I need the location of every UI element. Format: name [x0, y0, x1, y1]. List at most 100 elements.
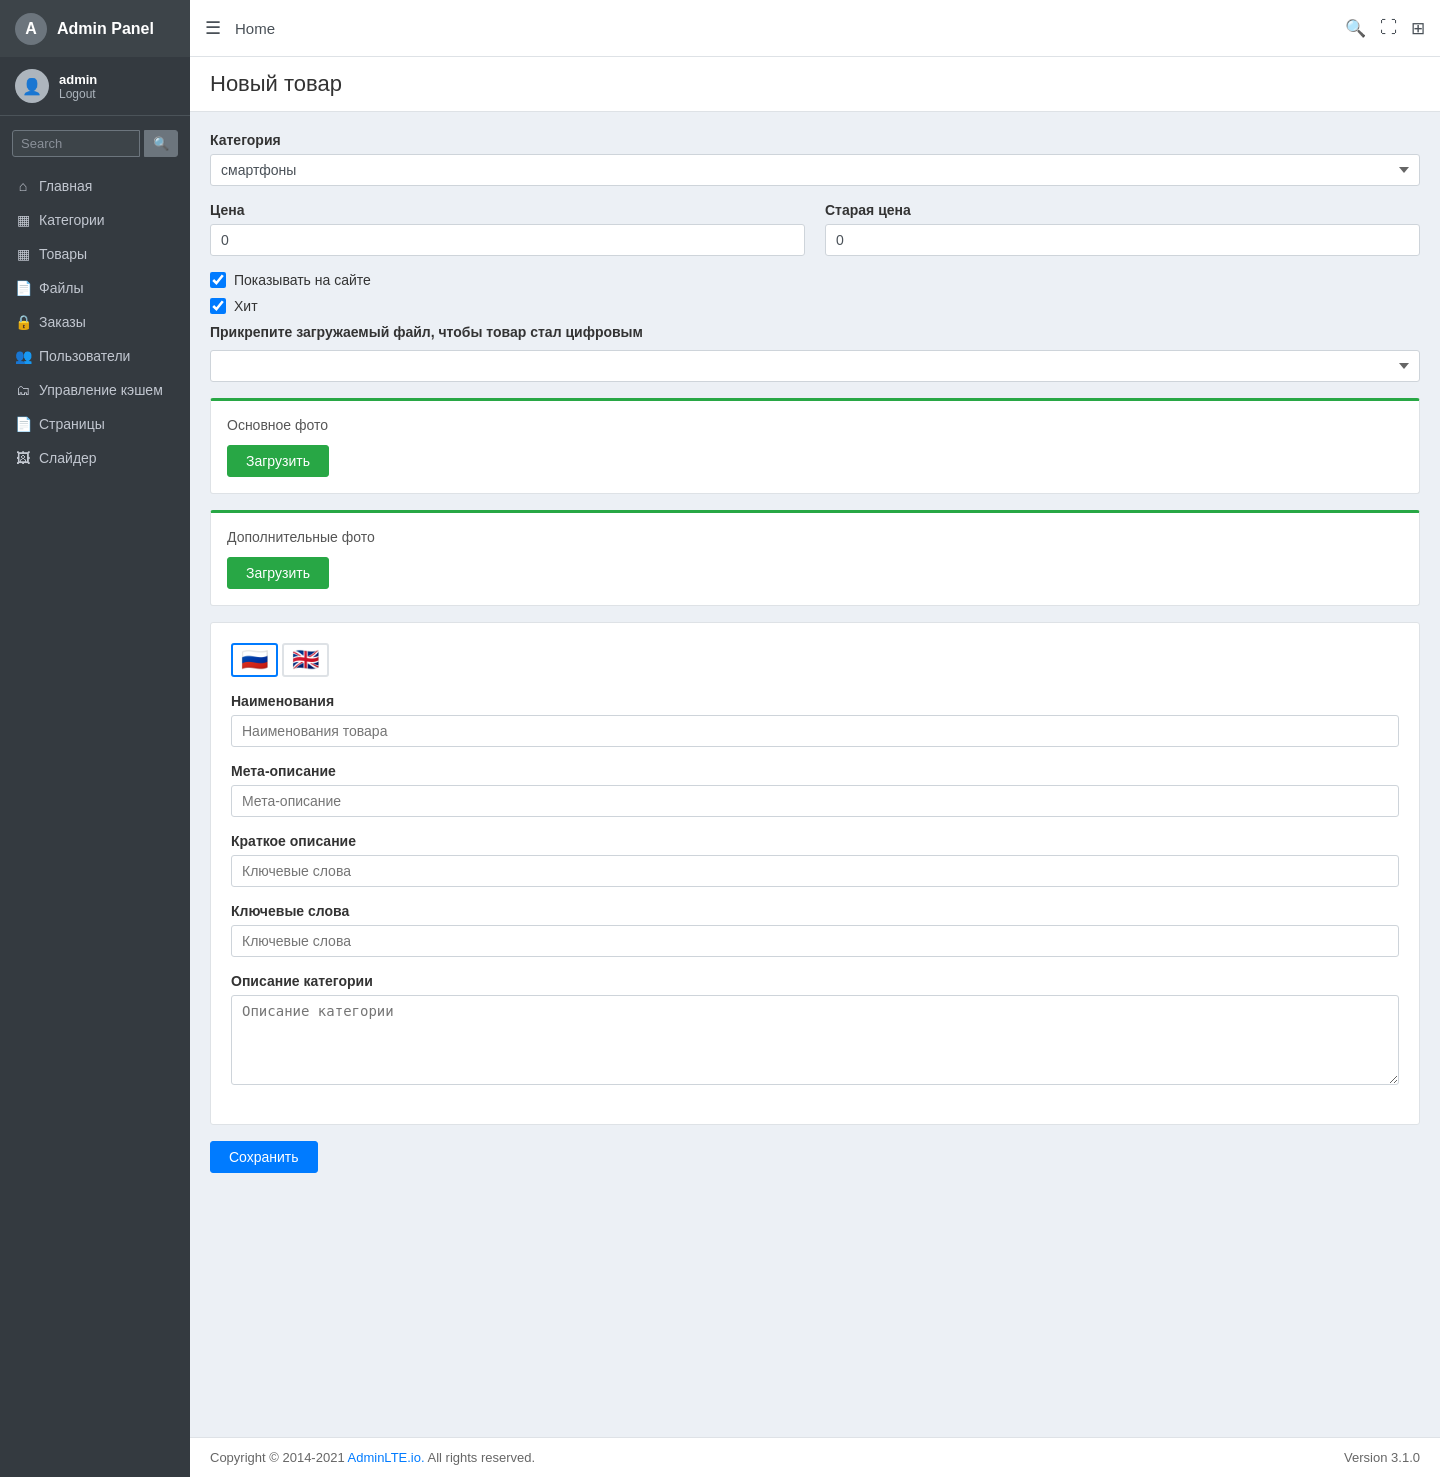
price-row: Цена Старая цена — [210, 202, 1420, 272]
footer-version: Version 3.1.0 — [1344, 1450, 1420, 1465]
sidebar-nav: ⌂ Главная ▦ Категории ▦ Товары 📄 Файлы 🔒 — [0, 169, 190, 475]
short-desc-input[interactable] — [231, 855, 1399, 887]
sidebar-item-pages-label: Страницы — [39, 416, 105, 432]
content-wrapper: Новый товар Категория смартфоны планшеты… — [190, 57, 1440, 1477]
main-photo-section: Основное фото Загрузить — [210, 398, 1420, 494]
show-on-site-label: Показывать на сайте — [234, 272, 371, 288]
main-photo-title: Основное фото — [227, 417, 1403, 433]
brand-icon: A — [15, 13, 47, 45]
sidebar-item-pages[interactable]: 📄 Страницы — [0, 407, 190, 441]
navbar-home-link[interactable]: Home — [235, 20, 275, 37]
sidebar-search-form: 🔍 — [0, 124, 190, 163]
show-on-site-group: Показывать на сайте — [210, 272, 1420, 288]
lang-tabs: 🇷🇺 🇬🇧 — [231, 643, 1399, 677]
sidebar-item-orders-label: Заказы — [39, 314, 86, 330]
price-input[interactable] — [210, 224, 805, 256]
old-price-input[interactable] — [825, 224, 1420, 256]
sidebar-item-home[interactable]: ⌂ Главная — [0, 169, 190, 203]
hit-label: Хит — [234, 298, 258, 314]
keywords-group: Ключевые слова — [231, 903, 1399, 957]
keywords-label: Ключевые слова — [231, 903, 1399, 919]
sidebar-item-users[interactable]: 👥 Пользователи — [0, 339, 190, 373]
main-photo-upload-button[interactable]: Загрузить — [227, 445, 329, 477]
hit-checkbox[interactable] — [210, 298, 226, 314]
extra-photo-title: Дополнительные фото — [227, 529, 1403, 545]
show-on-site-checkbox[interactable] — [210, 272, 226, 288]
slider-icon: 🖼 — [15, 450, 31, 466]
price-label: Цена — [210, 202, 805, 218]
footer-link[interactable]: AdminLTE.io. — [348, 1450, 425, 1465]
files-icon: 📄 — [15, 280, 31, 296]
users-icon: 👥 — [15, 348, 31, 364]
old-price-group: Старая цена — [825, 202, 1420, 256]
sidebar-user: 👤 admin Logout — [0, 57, 190, 116]
old-price-label: Старая цена — [825, 202, 1420, 218]
home-icon: ⌂ — [15, 178, 31, 194]
name-group: Наименования — [231, 693, 1399, 747]
logout-link[interactable]: Logout — [59, 87, 97, 101]
sidebar-item-cache-label: Управление кэшем — [39, 382, 163, 398]
ru-flag-icon: 🇷🇺 — [241, 649, 268, 671]
attach-group: Прикрепите загружаемый файл, чтобы товар… — [210, 324, 1420, 382]
sidebar-item-slider-label: Слайдер — [39, 450, 97, 466]
save-section: Сохранить — [210, 1141, 1420, 1173]
desc-label: Описание категории — [231, 973, 1399, 989]
sidebar-item-orders[interactable]: 🔒 Заказы — [0, 305, 190, 339]
save-button[interactable]: Сохранить — [210, 1141, 318, 1173]
category-group: Категория смартфоны планшеты ноутбуки ак… — [210, 132, 1420, 186]
hit-group: Хит — [210, 298, 1420, 314]
sidebar-item-cache[interactable]: 🗂 Управление кэшем — [0, 373, 190, 407]
name-label: Наименования — [231, 693, 1399, 709]
lang-tab-en[interactable]: 🇬🇧 — [282, 643, 329, 677]
sidebar-item-home-label: Главная — [39, 178, 92, 194]
sidebar-item-categories[interactable]: ▦ Категории — [0, 203, 190, 237]
content-body: Категория смартфоны планшеты ноутбуки ак… — [190, 112, 1440, 1437]
footer-copyright: Copyright © 2014-2021 — [210, 1450, 348, 1465]
pages-icon: 📄 — [15, 416, 31, 432]
top-navbar: ☰ Home 🔍 ⛶ ⊞ — [190, 0, 1440, 57]
desc-textarea[interactable] — [231, 995, 1399, 1085]
username: admin — [59, 72, 97, 87]
short-desc-label: Краткое описание — [231, 833, 1399, 849]
content-header: Новый товар — [190, 57, 1440, 112]
desc-group: Описание категории — [231, 973, 1399, 1088]
products-icon: ▦ — [15, 246, 31, 262]
footer-rights: All rights reserved. — [425, 1450, 536, 1465]
search-input[interactable] — [12, 130, 140, 157]
navbar-search-button[interactable]: 🔍 — [1345, 18, 1366, 39]
brand-title: Admin Panel — [57, 20, 154, 38]
sidebar-item-files-label: Файлы — [39, 280, 83, 296]
extra-photo-section: Дополнительные фото Загрузить — [210, 510, 1420, 606]
sidebar-item-slider[interactable]: 🖼 Слайдер — [0, 441, 190, 475]
navbar-grid-button[interactable]: ⊞ — [1411, 18, 1425, 39]
sidebar-brand: A Admin Panel — [0, 0, 190, 57]
categories-icon: ▦ — [15, 212, 31, 228]
category-label: Категория — [210, 132, 1420, 148]
lang-tab-ru[interactable]: 🇷🇺 — [231, 643, 278, 677]
meta-group: Мета-описание — [231, 763, 1399, 817]
search-button[interactable]: 🔍 — [144, 130, 178, 157]
en-flag-icon: 🇬🇧 — [292, 649, 319, 671]
sidebar-item-categories-label: Категории — [39, 212, 105, 228]
navbar-expand-button[interactable]: ⛶ — [1380, 18, 1397, 38]
short-desc-group: Краткое описание — [231, 833, 1399, 887]
sidebar-item-files[interactable]: 📄 Файлы — [0, 271, 190, 305]
navbar-toggle-button[interactable]: ☰ — [205, 17, 221, 39]
sidebar-item-products[interactable]: ▦ Товары — [0, 237, 190, 271]
keywords-input[interactable] — [231, 925, 1399, 957]
main-footer: Copyright © 2014-2021 AdminLTE.io. All r… — [190, 1437, 1440, 1477]
avatar: 👤 — [15, 69, 49, 103]
price-group: Цена — [210, 202, 805, 256]
attach-select[interactable] — [210, 350, 1420, 382]
meta-input[interactable] — [231, 785, 1399, 817]
sidebar-item-users-label: Пользователи — [39, 348, 130, 364]
orders-icon: 🔒 — [15, 314, 31, 330]
sidebar-item-products-label: Товары — [39, 246, 87, 262]
meta-label: Мета-описание — [231, 763, 1399, 779]
category-select[interactable]: смартфоны планшеты ноутбуки аксессуары — [210, 154, 1420, 186]
name-input[interactable] — [231, 715, 1399, 747]
sidebar: A Admin Panel 👤 admin Logout 🔍 ⌂ Главная — [0, 0, 190, 1477]
attach-label: Прикрепите загружаемый файл, чтобы товар… — [210, 324, 1420, 340]
extra-photo-upload-button[interactable]: Загрузить — [227, 557, 329, 589]
cache-icon: 🗂 — [15, 382, 31, 398]
